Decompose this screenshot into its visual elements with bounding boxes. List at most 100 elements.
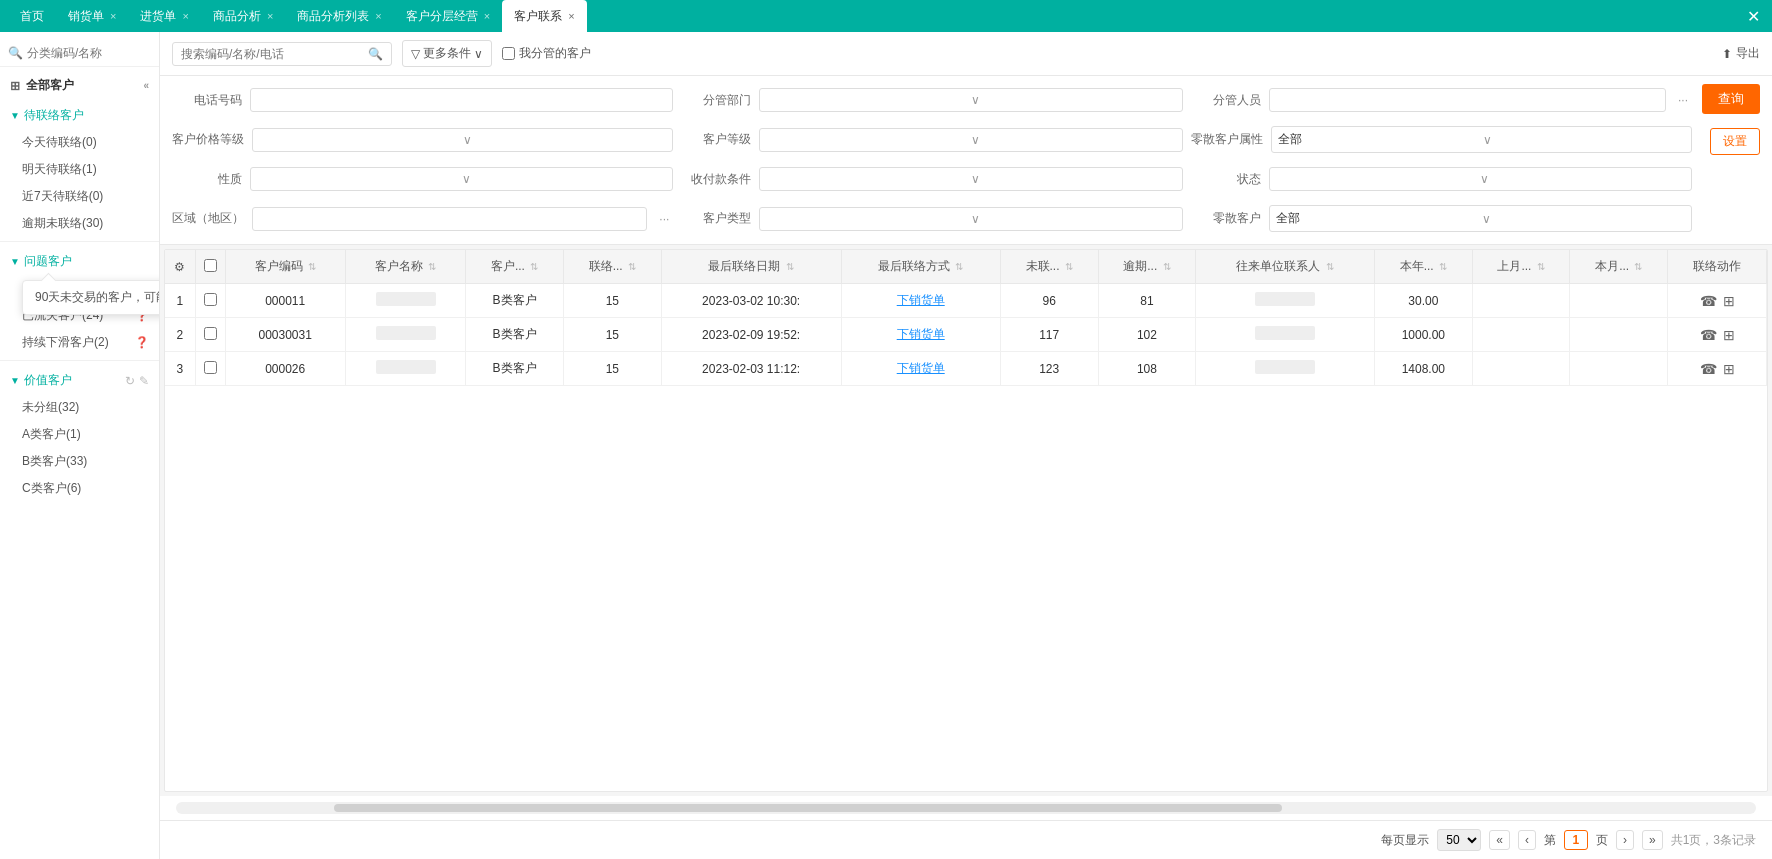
- close-icon[interactable]: ×: [484, 10, 490, 22]
- more-actions-icon[interactable]: ⊞: [1723, 327, 1735, 343]
- table-settings-header[interactable]: ⚙: [165, 250, 195, 284]
- search-input[interactable]: [181, 47, 368, 61]
- setting-button[interactable]: 设置: [1710, 128, 1760, 155]
- row-last-month: [1472, 284, 1570, 318]
- row-last-method[interactable]: 下销货单: [841, 352, 1000, 386]
- tab-customer-contact[interactable]: 客户联系 ×: [502, 0, 586, 32]
- last-method-link[interactable]: 下销货单: [897, 293, 945, 307]
- sidebar-item-overdue[interactable]: 逾期未联络(30): [0, 210, 159, 237]
- per-page-select[interactable]: 50: [1437, 829, 1481, 851]
- my-customers-checkbox[interactable]: [502, 47, 515, 60]
- row-checkbox[interactable]: [195, 318, 225, 352]
- close-icon[interactable]: ×: [182, 10, 188, 22]
- row-select-checkbox[interactable]: [204, 327, 217, 340]
- tab-product-analysis[interactable]: 商品分析 ×: [201, 0, 285, 32]
- dept-select[interactable]: ∨: [759, 88, 1182, 112]
- sidebar-section-pending: ▼ 待联络客户 今天待联络(0) 明天待联络(1) 近7天待联络(0) 逾期未联…: [0, 102, 159, 237]
- sidebar-item-declining[interactable]: 持续下滑客户(2) ❓: [0, 329, 159, 356]
- sort-icon[interactable]: ⇅: [1326, 261, 1334, 272]
- price-grade-select[interactable]: ∨: [252, 128, 673, 152]
- contact-action-icon[interactable]: ☎: [1700, 293, 1717, 309]
- next-page-button[interactable]: ›: [1616, 830, 1634, 850]
- sidebar-section-title-pending[interactable]: ▼ 待联络客户: [0, 102, 159, 129]
- region-more-icon[interactable]: ···: [655, 212, 673, 226]
- horizontal-scrollbar[interactable]: [160, 796, 1772, 820]
- tab-sales-order[interactable]: 销货单 ×: [56, 0, 128, 32]
- close-icon[interactable]: ×: [375, 10, 381, 22]
- last-page-button[interactable]: »: [1642, 830, 1663, 850]
- tab-purchase-order[interactable]: 进货单 ×: [128, 0, 200, 32]
- row-checkbox[interactable]: [195, 284, 225, 318]
- table-body: 1 000011 B类客户 15 2023-03-02 10:30: 下销货单 …: [165, 284, 1767, 386]
- close-icon[interactable]: ×: [267, 10, 273, 22]
- sidebar-section-title-problem[interactable]: ▼ 问题客户: [0, 248, 159, 275]
- more-actions-icon[interactable]: ⊞: [1723, 361, 1735, 377]
- sidebar-item-class-a[interactable]: A类客户(1): [0, 421, 159, 448]
- close-icon[interactable]: ×: [110, 10, 116, 22]
- sidebar-item-7days[interactable]: 近7天待联络(0): [0, 183, 159, 210]
- row-type: B类客户: [466, 318, 564, 352]
- row-select-checkbox[interactable]: [204, 293, 217, 306]
- close-window-button[interactable]: ✕: [1743, 3, 1764, 30]
- query-button[interactable]: 查询: [1702, 84, 1760, 114]
- last-method-link[interactable]: 下销货单: [897, 327, 945, 341]
- payment-select[interactable]: ∨: [759, 167, 1182, 191]
- my-customers-checkbox-label[interactable]: 我分管的客户: [502, 45, 591, 62]
- sort-icon[interactable]: ⇅: [786, 261, 794, 272]
- col-customer-name: 客户名称 ⇅: [345, 250, 465, 284]
- sidebar-item-class-b[interactable]: B类客户(33): [0, 448, 159, 475]
- more-filter-button[interactable]: ▽ 更多条件 ∨: [402, 40, 492, 67]
- sort-icon[interactable]: ⇅: [1439, 261, 1447, 272]
- row-select-checkbox[interactable]: [204, 361, 217, 374]
- manager-input[interactable]: [1269, 88, 1666, 112]
- collapse-icon: «: [143, 80, 149, 91]
- sidebar-item-unclassified[interactable]: 未分组(32): [0, 394, 159, 421]
- tab-product-analysis-list[interactable]: 商品分析列表 ×: [285, 0, 393, 32]
- sidebar-item-tomorrow[interactable]: 明天待联络(1): [0, 156, 159, 183]
- zero-attr-select[interactable]: 全部 ∨: [1271, 126, 1692, 153]
- sidebar-all-customers[interactable]: ⊞ 全部客户 «: [0, 71, 159, 100]
- prev-page-button[interactable]: ‹: [1518, 830, 1536, 850]
- sidebar-item-class-c[interactable]: C类客户(6): [0, 475, 159, 502]
- more-options-icon[interactable]: ···: [1674, 93, 1692, 107]
- sidebar-section-title-value[interactable]: ▼ 价值客户 ↻ ✎: [0, 367, 159, 394]
- edit-icon[interactable]: ✎: [139, 374, 149, 388]
- sort-icon[interactable]: ⇅: [1065, 261, 1073, 272]
- sort-icon[interactable]: ⇅: [955, 261, 963, 272]
- sort-icon[interactable]: ⇅: [1163, 261, 1171, 272]
- customer-grade-select[interactable]: ∨: [759, 128, 1182, 152]
- row-last-method[interactable]: 下销货单: [841, 284, 1000, 318]
- tab-customer-segmentation[interactable]: 客户分层经营 ×: [394, 0, 502, 32]
- sidebar-item-today[interactable]: 今天待联络(0): [0, 129, 159, 156]
- arrow-icon: ▼: [10, 375, 20, 386]
- table-area: ⚙ 客户编码 ⇅ 客户名称 ⇅ 客户... ⇅: [164, 249, 1768, 792]
- customer-type-select[interactable]: ∨: [759, 207, 1182, 231]
- sort-icon[interactable]: ⇅: [628, 261, 636, 272]
- sort-icon[interactable]: ⇅: [1537, 261, 1545, 272]
- sidebar-search-input[interactable]: [27, 46, 160, 60]
- select-all-checkbox[interactable]: [204, 259, 217, 272]
- search-button-icon[interactable]: 🔍: [368, 47, 383, 61]
- contact-action-icon[interactable]: ☎: [1700, 327, 1717, 343]
- sort-icon[interactable]: ⇅: [530, 261, 538, 272]
- contact-action-icon[interactable]: ☎: [1700, 361, 1717, 377]
- last-method-link[interactable]: 下销货单: [897, 361, 945, 375]
- export-button[interactable]: ⬆ 导出: [1722, 45, 1760, 62]
- first-page-button[interactable]: «: [1489, 830, 1510, 850]
- row-last-method[interactable]: 下销货单: [841, 318, 1000, 352]
- sort-icon[interactable]: ⇅: [1634, 261, 1642, 272]
- close-icon[interactable]: ×: [568, 10, 574, 22]
- more-actions-icon[interactable]: ⊞: [1723, 293, 1735, 309]
- sort-icon[interactable]: ⇅: [428, 261, 436, 272]
- phone-input[interactable]: [250, 88, 673, 112]
- zero-customer-select[interactable]: 全部 ∨: [1269, 205, 1692, 232]
- row-checkbox[interactable]: [195, 352, 225, 386]
- region-input[interactable]: [252, 207, 647, 231]
- status-select[interactable]: ∨: [1269, 167, 1692, 191]
- refresh-icon[interactable]: ↻: [125, 374, 135, 388]
- table-checkbox-header[interactable]: [195, 250, 225, 284]
- sort-icon[interactable]: ⇅: [308, 261, 316, 272]
- nature-select[interactable]: ∨: [250, 167, 673, 191]
- tab-home[interactable]: 首页: [8, 0, 56, 32]
- pagination: 每页显示 50 « ‹ 第 1 页 › » 共1页，3条记录: [160, 820, 1772, 859]
